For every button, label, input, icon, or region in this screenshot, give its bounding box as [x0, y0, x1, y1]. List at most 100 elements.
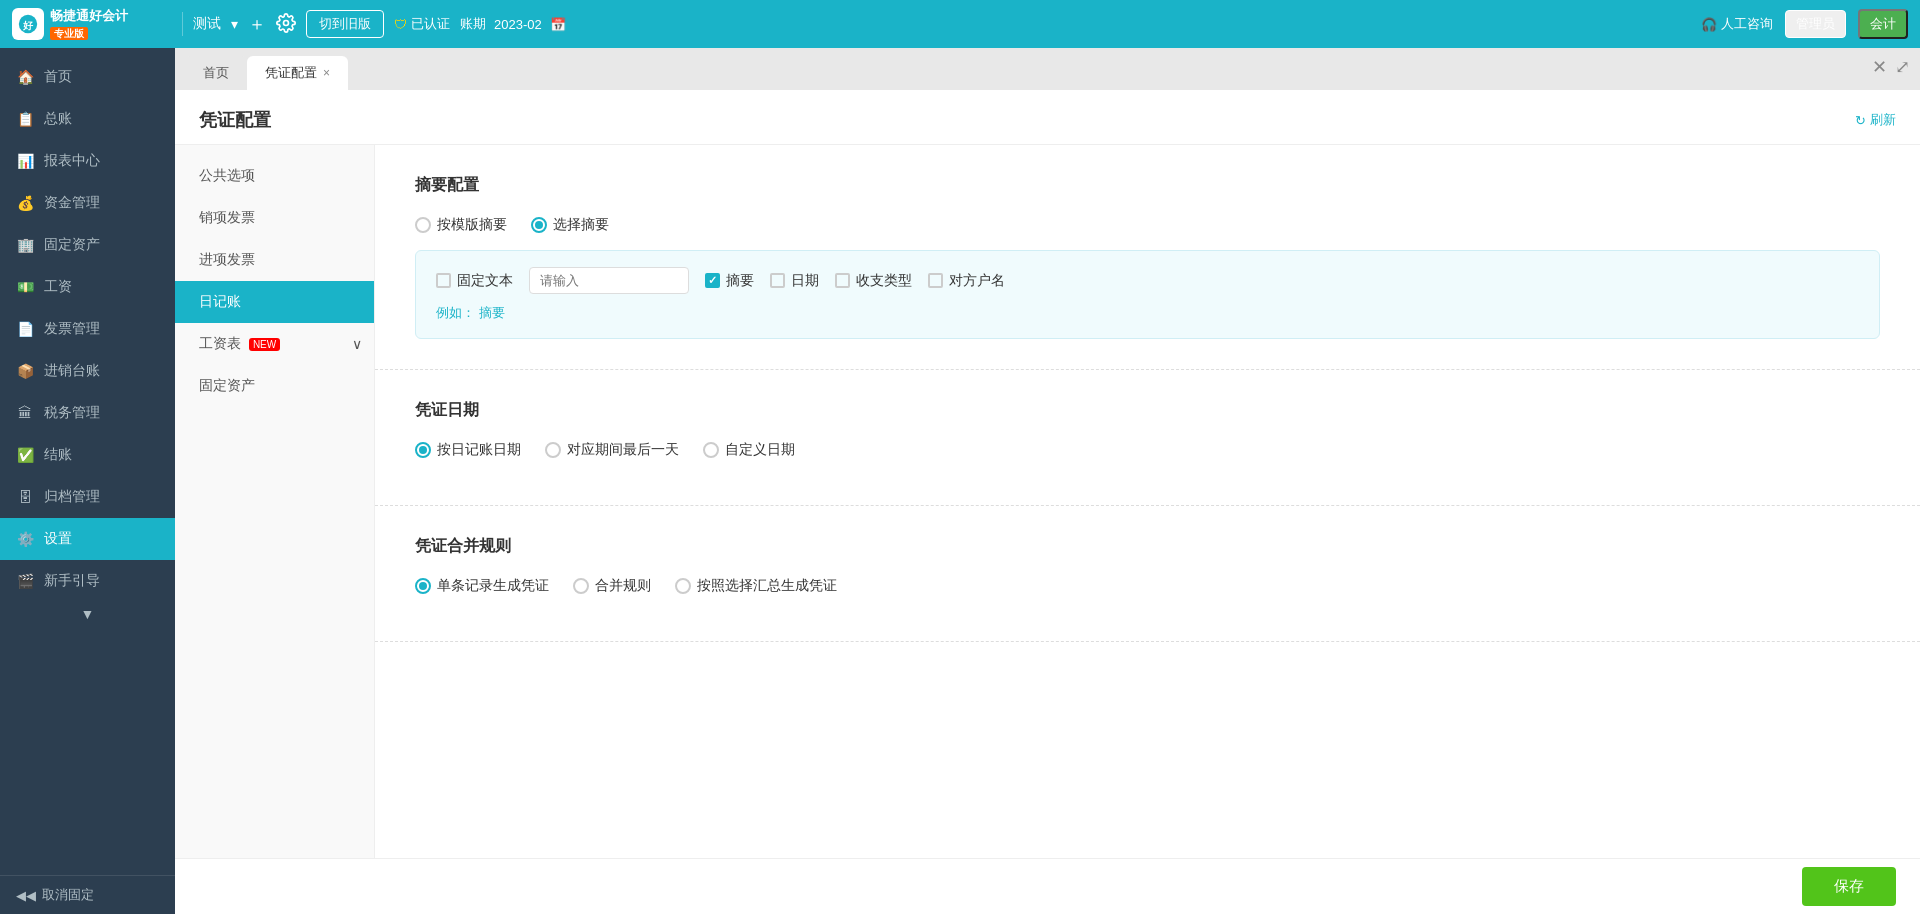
page-title: 凭证配置: [199, 108, 271, 132]
sidebar-item-guide[interactable]: 🎬 新手引导: [0, 560, 175, 602]
refresh-button[interactable]: ↻ 刷新: [1855, 111, 1896, 129]
example-label: 例如：: [436, 305, 475, 320]
tab-home[interactable]: 首页: [185, 56, 247, 90]
radio-select-merge-label: 按照选择汇总生成凭证: [697, 577, 837, 595]
sidebar-item-capital[interactable]: 💰 资金管理: [0, 182, 175, 224]
radio-template-summary[interactable]: 按模版摘要: [415, 216, 507, 234]
topbar-right: 🎧 人工咨询 管理员 会计: [1701, 9, 1908, 39]
menu-label-purchase-invoice: 进项发票: [199, 251, 255, 267]
add-button[interactable]: ＋: [248, 12, 266, 36]
menu-item-public[interactable]: 公共选项: [175, 155, 374, 197]
radio-single-label: 单条记录生成凭证: [437, 577, 549, 595]
sidebar-item-invoice[interactable]: 📄 发票管理: [0, 308, 175, 350]
summary-radio-group: 按模版摘要 选择摘要: [415, 216, 1880, 234]
sidebar-item-close[interactable]: ✅ 结账: [0, 434, 175, 476]
archive-icon: 🗄: [16, 488, 34, 506]
merge-radio-group: 单条记录生成凭证 合并规则 按照选择汇总生成凭证: [415, 577, 1880, 595]
radio-merge-rules[interactable]: 合并规则: [573, 577, 651, 595]
sidebar-item-salary[interactable]: 💵 工资: [0, 266, 175, 308]
right-content: 摘要配置 按模版摘要 选择摘要: [375, 145, 1920, 858]
left-menu: 公共选项 销项发票 进项发票 日记账 工资表 NEW ∨: [175, 145, 375, 858]
sidebar-label-capital: 资金管理: [44, 194, 100, 212]
main-layout: 🏠 首页 📋 总账 📊 报表中心 💰 资金管理 🏢 固定资产 💵 工资: [0, 48, 1920, 914]
capital-icon: 💰: [16, 194, 34, 212]
merge-section: 凭证合并规则 单条记录生成凭证 合并规则: [375, 506, 1920, 642]
fixed-text-label: 固定文本: [457, 272, 513, 290]
refresh-icon: ↻: [1855, 113, 1866, 128]
sidebar-item-report[interactable]: 📊 报表中心: [0, 140, 175, 182]
menu-item-journal[interactable]: 日记账: [175, 281, 374, 323]
settings-sidebar-icon: ⚙️: [16, 530, 34, 548]
consult-button[interactable]: 🎧 人工咨询: [1701, 15, 1773, 33]
save-button[interactable]: 保存: [1802, 867, 1896, 906]
expand-icon[interactable]: ∨: [352, 336, 362, 352]
sidebar-item-tax[interactable]: 🏛 税务管理: [0, 392, 175, 434]
menu-item-sales-invoice[interactable]: 销项发票: [175, 197, 374, 239]
radio-custom-date-circle: [703, 442, 719, 458]
checkbox-summary[interactable]: 摘要: [705, 272, 754, 290]
sidebar-item-archive[interactable]: 🗄 归档管理: [0, 476, 175, 518]
project-dropdown-icon[interactable]: ▾: [231, 16, 238, 32]
radio-select-summary[interactable]: 选择摘要: [531, 216, 609, 234]
fixed-text-input[interactable]: [529, 267, 689, 294]
cancel-pin-label: 取消固定: [42, 886, 94, 904]
topbar: 好 畅捷通好会计 专业版 测试 ▾ ＋ 切到旧版 🛡 已认证 账期 2023-0…: [0, 0, 1920, 48]
tab-voucher-label: 凭证配置: [265, 64, 317, 82]
radio-journal-date-circle: [415, 442, 431, 458]
maximize-icon[interactable]: ⤢: [1895, 56, 1910, 78]
role-button[interactable]: 会计: [1858, 9, 1908, 39]
tab-close-icon[interactable]: ×: [323, 66, 330, 80]
sidebar-label-invoice: 发票管理: [44, 320, 100, 338]
report-icon: 📊: [16, 152, 34, 170]
menu-label-fixed-assets-sub: 固定资产: [199, 377, 255, 393]
calendar-icon[interactable]: 📅: [550, 17, 566, 32]
radio-custom-date[interactable]: 自定义日期: [703, 441, 795, 459]
logo-icon: 好: [12, 8, 44, 40]
radio-period-last[interactable]: 对应期间最后一天: [545, 441, 679, 459]
close-window-icon[interactable]: ✕: [1872, 56, 1887, 78]
home-icon: 🏠: [16, 68, 34, 86]
certified-status: 🛡 已认证: [394, 15, 450, 33]
headset-icon: 🎧: [1701, 17, 1717, 32]
example-preview: 例如： 摘要: [436, 304, 1859, 322]
sidebar-label-ledger: 总账: [44, 110, 72, 128]
date-section: 凭证日期 按日记账日期 对应期间最后一天: [375, 370, 1920, 506]
radio-select-circle: [531, 217, 547, 233]
checkbox-fixed-text[interactable]: 固定文本: [436, 272, 513, 290]
menu-item-payroll[interactable]: 工资表 NEW ∨: [175, 323, 374, 365]
checkbox-pay-type[interactable]: 收支类型: [835, 272, 912, 290]
menu-label-sales-invoice: 销项发票: [199, 209, 255, 225]
checkbox-date[interactable]: 日期: [770, 272, 819, 290]
svg-text:好: 好: [22, 20, 34, 31]
menu-item-fixed-assets-sub[interactable]: 固定资产: [175, 365, 374, 407]
sidebar-item-ledger[interactable]: 📋 总账: [0, 98, 175, 140]
sidebar-scroll-down[interactable]: ▼: [0, 602, 175, 626]
summary-sub-config: 固定文本 摘要 日期: [415, 250, 1880, 339]
sidebar-label-tax: 税务管理: [44, 404, 100, 422]
sidebar-label-guide: 新手引导: [44, 572, 100, 590]
radio-journal-date-label: 按日记账日期: [437, 441, 521, 459]
merge-section-title: 凭证合并规则: [415, 536, 1880, 557]
checkbox-date-box: [770, 273, 785, 288]
date-radio-group: 按日记账日期 对应期间最后一天 自定义日期: [415, 441, 1880, 459]
checkbox-counterparty-label: 对方户名: [949, 272, 1005, 290]
radio-journal-date[interactable]: 按日记账日期: [415, 441, 521, 459]
cancel-pin-button[interactable]: ◀◀ 取消固定: [16, 886, 159, 904]
pro-badge: 专业版: [50, 27, 88, 40]
radio-select-merge[interactable]: 按照选择汇总生成凭证: [675, 577, 837, 595]
sidebar-item-settings[interactable]: ⚙️ 设置: [0, 518, 175, 560]
settings-icon[interactable]: [276, 13, 296, 36]
switch-old-version-button[interactable]: 切到旧版: [306, 10, 384, 38]
tab-voucher-config[interactable]: 凭证配置 ×: [247, 56, 348, 90]
user-button[interactable]: 管理员: [1785, 10, 1846, 38]
bottom-bar: 保存: [175, 858, 1920, 914]
sidebar-item-fixed-assets[interactable]: 🏢 固定资产: [0, 224, 175, 266]
salary-icon: 💵: [16, 278, 34, 296]
radio-single[interactable]: 单条记录生成凭证: [415, 577, 549, 595]
checkbox-counterparty[interactable]: 对方户名: [928, 272, 1005, 290]
sidebar-item-trade[interactable]: 📦 进销台账: [0, 350, 175, 392]
sidebar-item-home[interactable]: 🏠 首页: [0, 56, 175, 98]
radio-template-circle: [415, 217, 431, 233]
sidebar-label-trade: 进销台账: [44, 362, 100, 380]
menu-item-purchase-invoice[interactable]: 进项发票: [175, 239, 374, 281]
